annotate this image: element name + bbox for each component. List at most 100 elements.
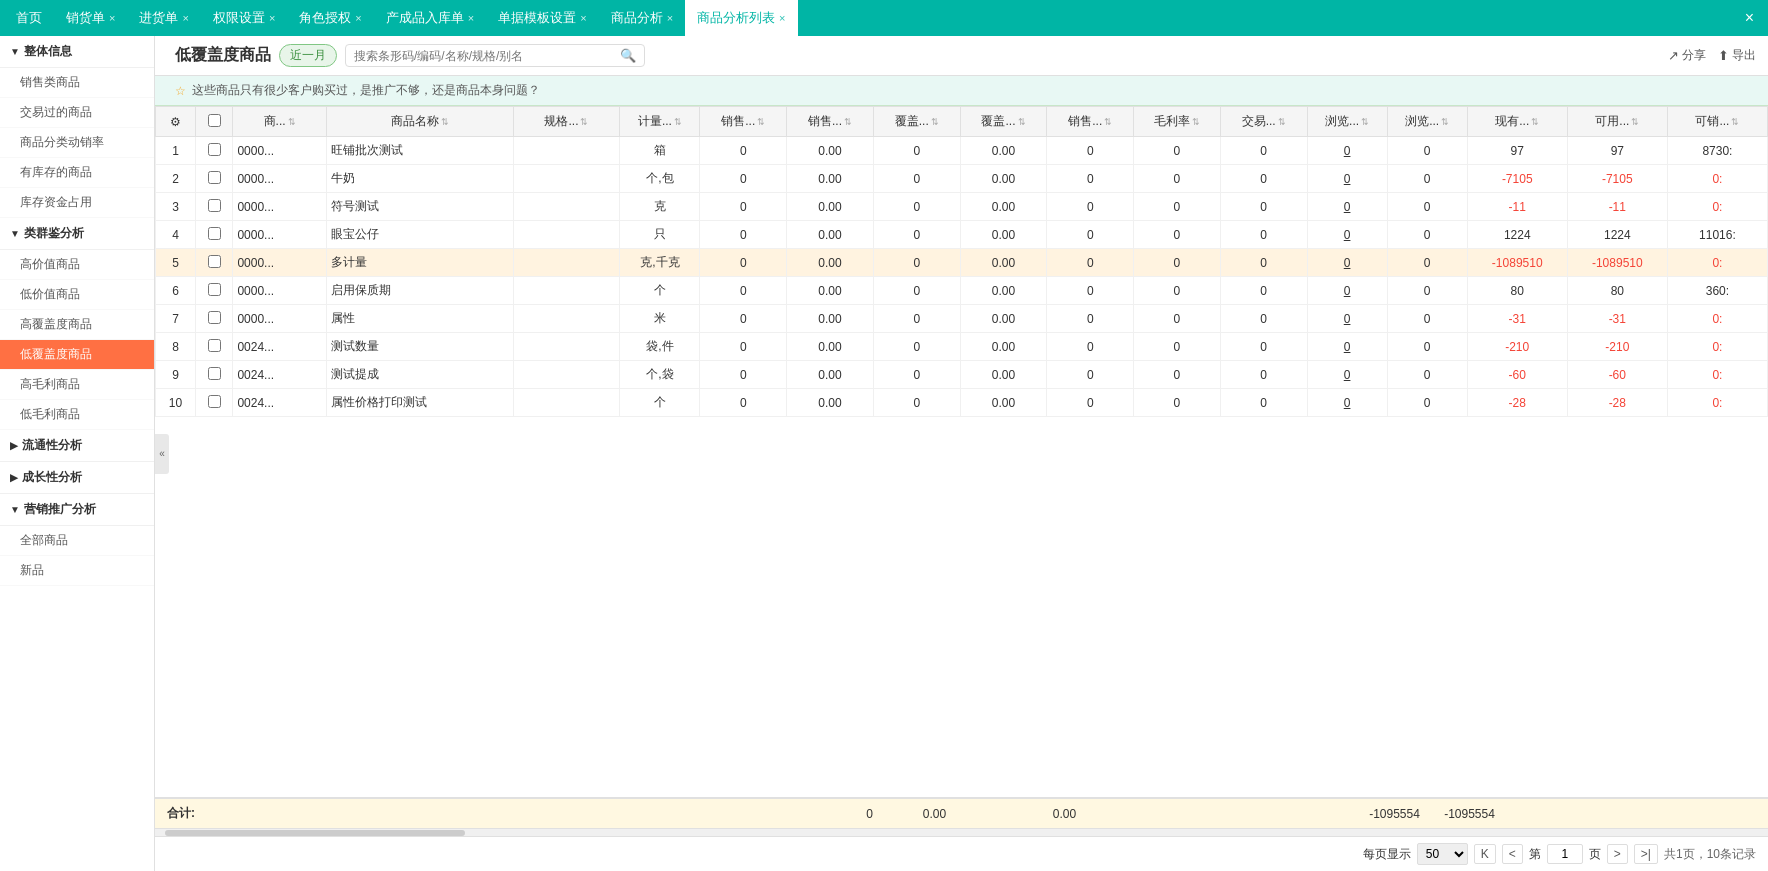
nav-purchase-order[interactable]: 进货单 × [127, 0, 200, 36]
row-browse1[interactable]: 0 [1307, 221, 1387, 249]
sidebar-group-circulation[interactable]: ▶ 流通性分析 [0, 430, 154, 462]
sort-coverage2-icon[interactable]: ⇅ [1018, 117, 1026, 127]
sort-sales-qty-icon[interactable]: ⇅ [757, 117, 765, 127]
sort-available-stock-icon[interactable]: ⇅ [1631, 117, 1639, 127]
sidebar-item-traded-goods[interactable]: 交易过的商品 [0, 98, 154, 128]
last-page-button[interactable]: >| [1634, 844, 1658, 864]
sidebar-group-growth[interactable]: ▶ 成长性分析 [0, 462, 154, 494]
nav-role-auth-close[interactable]: × [355, 0, 361, 36]
nav-template-settings-close[interactable]: × [580, 0, 586, 36]
nav-permission-settings-close[interactable]: × [269, 0, 275, 36]
content-area: « 低覆盖度商品 近一月 🔍 ↗ 分享 ⬆ 导出 ☆ [155, 36, 1768, 871]
horizontal-scrollbar[interactable] [155, 828, 1768, 836]
sidebar-item-high-coverage[interactable]: 高覆盖度商品 [0, 310, 154, 340]
nav-permission-settings[interactable]: 权限设置 × [201, 0, 287, 36]
sort-name-icon[interactable]: ⇅ [441, 117, 449, 127]
sort-saleable-icon[interactable]: ⇅ [1731, 117, 1739, 127]
row-saleable: 0: [1667, 333, 1767, 361]
sort-sales-count-icon[interactable]: ⇅ [1104, 117, 1112, 127]
row-browse1[interactable]: 0 [1307, 305, 1387, 333]
sort-browse2-icon[interactable]: ⇅ [1441, 117, 1449, 127]
sidebar-item-low-margin[interactable]: 低毛利商品 [0, 400, 154, 430]
row-checkbox-cell[interactable] [196, 333, 233, 361]
sort-gross-margin-icon[interactable]: ⇅ [1192, 117, 1200, 127]
sidebar-item-in-stock-goods[interactable]: 有库存的商品 [0, 158, 154, 188]
row-browse1[interactable]: 0 [1307, 277, 1387, 305]
row-checkbox-cell[interactable] [196, 249, 233, 277]
row-browse1[interactable]: 0 [1307, 165, 1387, 193]
nav-product-analysis-close[interactable]: × [667, 0, 673, 36]
nav-finished-goods[interactable]: 产成品入库单 × [374, 0, 486, 36]
sort-unit-icon[interactable]: ⇅ [674, 117, 682, 127]
row-checkbox-cell[interactable] [196, 305, 233, 333]
row-checkbox[interactable] [208, 171, 221, 184]
sort-code-icon[interactable]: ⇅ [288, 117, 296, 127]
column-settings-icon[interactable]: ⚙ [170, 115, 181, 129]
row-checkbox[interactable] [208, 367, 221, 380]
filter-recent-month-button[interactable]: 近一月 [279, 44, 337, 67]
sidebar-item-stock-fund[interactable]: 库存资金占用 [0, 188, 154, 218]
sort-coverage1-icon[interactable]: ⇅ [931, 117, 939, 127]
row-checkbox[interactable] [208, 143, 221, 156]
share-button[interactable]: ↗ 分享 [1668, 47, 1706, 64]
export-button[interactable]: ⬆ 导出 [1718, 47, 1756, 64]
nav-sales-order-close[interactable]: × [109, 0, 115, 36]
row-browse1[interactable]: 0 [1307, 193, 1387, 221]
sidebar-item-sales-goods[interactable]: 销售类商品 [0, 68, 154, 98]
row-checkbox-cell[interactable] [196, 221, 233, 249]
row-checkbox[interactable] [208, 395, 221, 408]
first-page-button[interactable]: K [1474, 844, 1496, 864]
window-close-button[interactable]: × [1735, 9, 1764, 27]
sort-trade-count-icon[interactable]: ⇅ [1278, 117, 1286, 127]
sidebar-group-marketing[interactable]: ▼ 营销推广分析 [0, 494, 154, 526]
sort-sales-amt-icon[interactable]: ⇅ [844, 117, 852, 127]
nav-product-analysis[interactable]: 商品分析 × [599, 0, 685, 36]
select-all-checkbox[interactable] [208, 114, 221, 127]
nav-sales-order[interactable]: 销货单 × [54, 0, 127, 36]
row-checkbox[interactable] [208, 227, 221, 240]
next-page-button[interactable]: > [1607, 844, 1628, 864]
sidebar-item-all-goods[interactable]: 全部商品 [0, 526, 154, 556]
search-input[interactable] [354, 49, 616, 63]
sidebar-group-overall[interactable]: ▼ 整体信息 [0, 36, 154, 68]
row-checkbox-cell[interactable] [196, 389, 233, 417]
sidebar-item-low-value[interactable]: 低价值商品 [0, 280, 154, 310]
sidebar-group-cluster[interactable]: ▼ 类群鉴分析 [0, 218, 154, 250]
nav-product-analysis-list[interactable]: 商品分析列表 × [685, 0, 797, 36]
row-checkbox[interactable] [208, 255, 221, 268]
row-browse1[interactable]: 0 [1307, 137, 1387, 165]
nav-template-settings[interactable]: 单据模板设置 × [486, 0, 598, 36]
row-checkbox[interactable] [208, 283, 221, 296]
sort-browse1-icon[interactable]: ⇅ [1361, 117, 1369, 127]
sidebar-item-category-rate[interactable]: 商品分类动销率 [0, 128, 154, 158]
page-number-input[interactable] [1547, 844, 1583, 864]
row-browse1[interactable]: 0 [1307, 249, 1387, 277]
row-checkbox-cell[interactable] [196, 193, 233, 221]
sidebar-collapse-button[interactable]: « [155, 434, 169, 474]
row-checkbox-cell[interactable] [196, 277, 233, 305]
nav-home[interactable]: 首页 [4, 0, 54, 36]
sidebar-item-new-goods[interactable]: 新品 [0, 556, 154, 586]
row-checkbox-cell[interactable] [196, 361, 233, 389]
row-checkbox-cell[interactable] [196, 137, 233, 165]
sidebar-item-low-coverage[interactable]: 低覆盖度商品 [0, 340, 154, 370]
row-browse1[interactable]: 0 [1307, 361, 1387, 389]
row-checkbox[interactable] [208, 311, 221, 324]
search-icon[interactable]: 🔍 [620, 48, 636, 63]
prev-page-button[interactable]: < [1502, 844, 1523, 864]
nav-product-analysis-list-close[interactable]: × [779, 0, 785, 36]
sidebar-item-high-value[interactable]: 高价值商品 [0, 250, 154, 280]
row-checkbox[interactable] [208, 339, 221, 352]
sort-current-stock-icon[interactable]: ⇅ [1531, 117, 1539, 127]
sidebar-item-high-margin[interactable]: 高毛利商品 [0, 370, 154, 400]
sort-spec-icon[interactable]: ⇅ [580, 117, 588, 127]
nav-finished-goods-close[interactable]: × [468, 0, 474, 36]
row-checkbox[interactable] [208, 199, 221, 212]
row-checkbox-cell[interactable] [196, 165, 233, 193]
nav-purchase-order-close[interactable]: × [182, 0, 188, 36]
per-page-select[interactable]: 50 20 100 [1417, 843, 1468, 865]
row-browse1[interactable]: 0 [1307, 389, 1387, 417]
row-browse1[interactable]: 0 [1307, 333, 1387, 361]
nav-role-auth[interactable]: 角色授权 × [287, 0, 373, 36]
col-settings[interactable]: ⚙ [156, 107, 196, 137]
